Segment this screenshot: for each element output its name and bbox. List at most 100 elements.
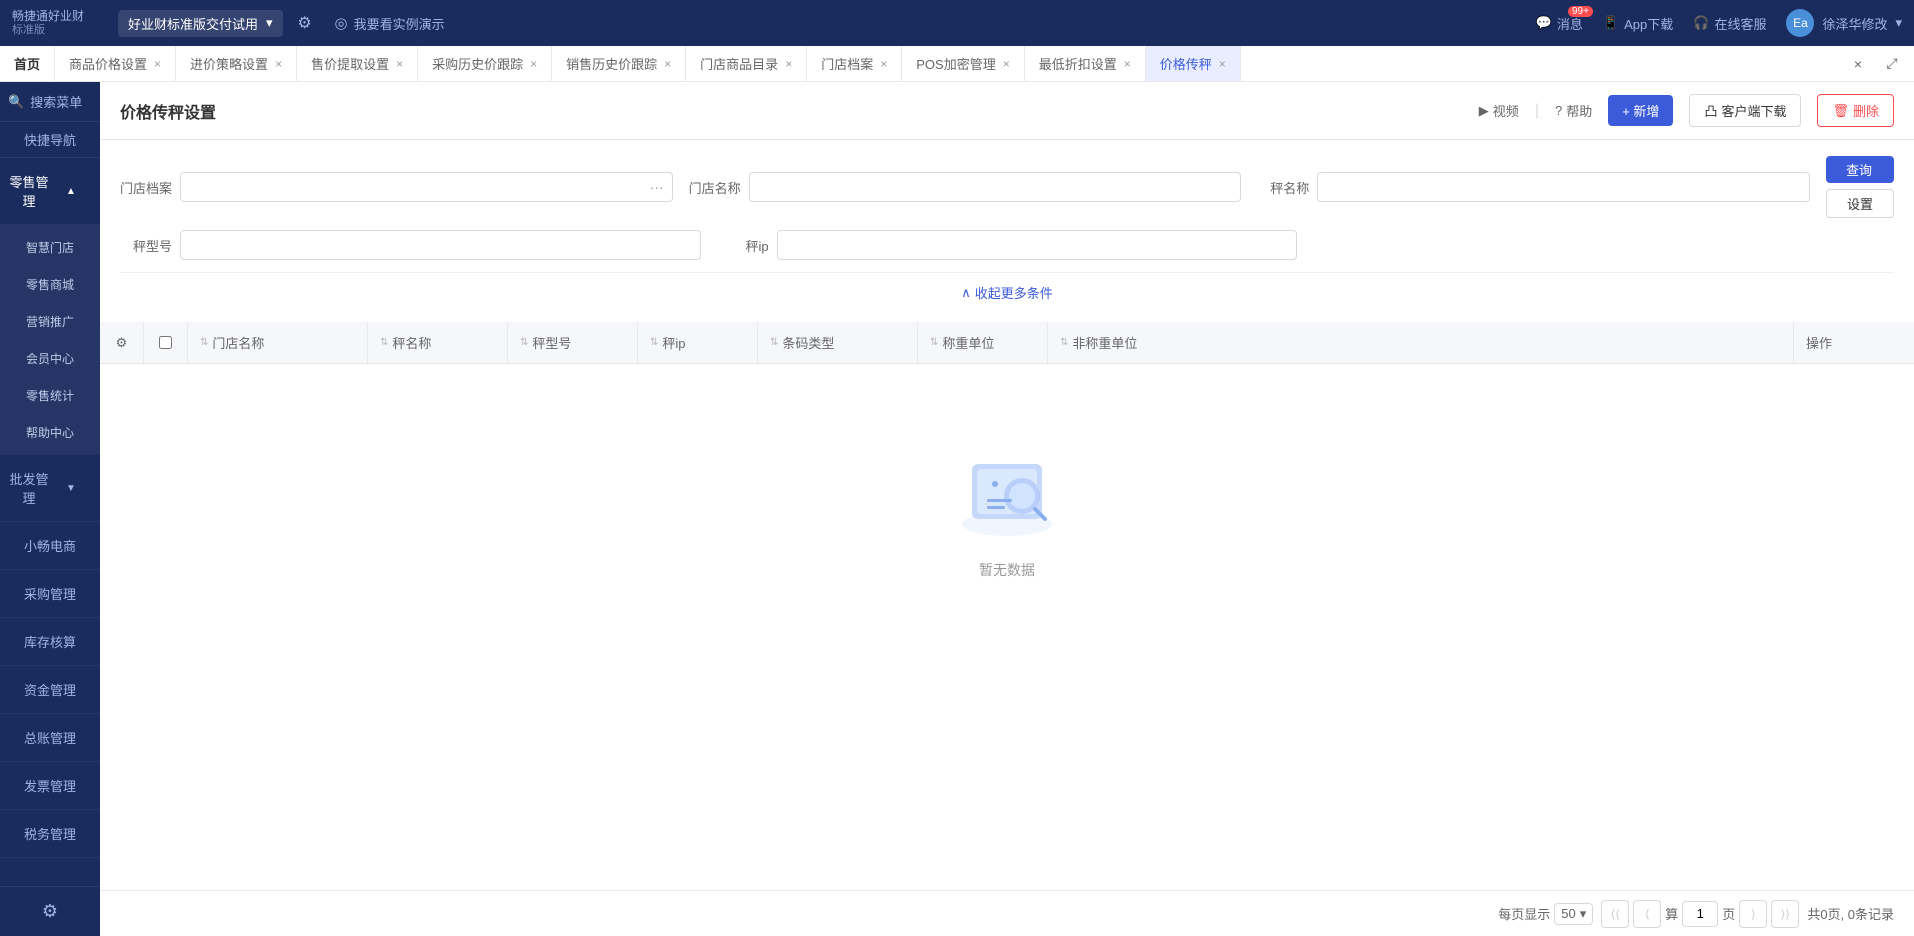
tab-close-pos[interactable]: × xyxy=(1003,57,1010,71)
sidebar-item-marketing[interactable]: 营销推广 xyxy=(0,303,100,340)
tab-close-purchase-history[interactable]: × xyxy=(530,57,537,71)
delete-icon: 🗑 xyxy=(1832,103,1849,119)
sidebar-item-smart-store[interactable]: 智慧门店 xyxy=(0,229,100,266)
scale-ip-input[interactable] xyxy=(777,230,1298,260)
arrow-down-icon: ▼ xyxy=(50,483,92,494)
sidebar-item-general-ledger[interactable]: 总账管理 xyxy=(0,714,100,762)
page-number-input[interactable] xyxy=(1682,901,1718,927)
tab-close-price-setting[interactable]: × xyxy=(154,57,161,71)
chevron-up-icon: ∧ xyxy=(961,285,971,301)
help-link[interactable]: ? 帮助 xyxy=(1555,101,1592,120)
page-size-select-box[interactable]: 50 ▾ xyxy=(1554,903,1593,925)
page-navigation: ⟨⟨ ⟨ 算 页 ⟩ ⟩⟩ xyxy=(1601,900,1799,928)
tab-close-store-catalog[interactable]: × xyxy=(785,57,792,71)
sidebar-item-retail-stats[interactable]: 零售统计 xyxy=(0,377,100,414)
pagination: 每页显示 50 ▾ ⟨⟨ ⟨ 算 页 ⟩ ⟩⟩ 共0页, 0条记录 xyxy=(100,890,1914,936)
sidebar-item-invoice[interactable]: 发票管理 xyxy=(0,762,100,810)
query-button[interactable]: 查询 xyxy=(1826,156,1894,183)
sort-icon: ⇅ xyxy=(380,337,388,348)
tab-close-price-scale[interactable]: × xyxy=(1219,57,1226,71)
help-icon: ? xyxy=(1555,103,1562,118)
sidebar-search[interactable]: 🔍 搜索菜单 xyxy=(0,82,100,122)
chevron-down-icon: ▾ xyxy=(266,15,273,31)
version-select[interactable]: 好业财标准版交付试用 ▾ xyxy=(118,10,283,37)
prev-page-button[interactable]: ⟨ xyxy=(1633,900,1661,928)
settings-icon[interactable]: ⚙ xyxy=(291,9,319,37)
tab-price-scale[interactable]: 价格传秤 × xyxy=(1146,46,1241,82)
empty-icon xyxy=(947,444,1067,544)
last-page-button[interactable]: ⟩⟩ xyxy=(1771,900,1799,928)
sidebar-item-retail-mall[interactable]: 零售商城 xyxy=(0,266,100,303)
scale-ip-label: 秤ip xyxy=(717,236,769,255)
tab-close-purchase-strategy[interactable]: × xyxy=(275,57,282,71)
sidebar-item-help-center[interactable]: 帮助中心 xyxy=(0,414,100,451)
tab-pos-management[interactable]: POS加密管理 × xyxy=(902,46,1024,82)
tab-store-profile[interactable]: 门店档案 × xyxy=(807,46,902,82)
store-name-label: 门店名称 xyxy=(689,178,741,197)
page-header-right: ▶ 视频 | ? 帮助 + 新增 凸 客户端下载 🗑 删除 xyxy=(1479,94,1894,127)
message-icon: 💬 xyxy=(1536,15,1552,31)
check-all[interactable] xyxy=(159,336,172,349)
demo-link[interactable]: ◎ 我要看实例演示 xyxy=(335,14,445,33)
next-page-button[interactable]: ⟩ xyxy=(1739,900,1767,928)
tab-purchase-strategy[interactable]: 进价策略设置 × xyxy=(176,46,297,82)
store-profile-input[interactable] xyxy=(181,172,642,202)
sidebar-item-purchase[interactable]: 采购管理 xyxy=(0,570,100,618)
page-header: 价格传秤设置 ▶ 视频 | ? 帮助 + 新增 凸 客户端下载 xyxy=(100,82,1914,140)
sidebar-item-tax[interactable]: 税务管理 xyxy=(0,810,100,858)
tab-close-sale-price[interactable]: × xyxy=(396,57,403,71)
sidebar-item-inventory[interactable]: 库存核算 xyxy=(0,618,100,666)
download-button[interactable]: 凸 客户端下载 xyxy=(1689,94,1801,127)
delete-button[interactable]: 🗑 删除 xyxy=(1817,94,1894,127)
video-icon: ▶ xyxy=(1479,103,1489,119)
gear-icon: ⚙ xyxy=(116,335,128,351)
collapse-button[interactable]: ∧ 收起更多条件 xyxy=(120,272,1894,306)
scale-name-label: 秤名称 xyxy=(1257,178,1309,197)
tab-close-store-profile[interactable]: × xyxy=(880,57,887,71)
sort-icon: ⇅ xyxy=(930,337,938,348)
tab-store-catalog[interactable]: 门店商品目录 × xyxy=(686,46,807,82)
tab-price-setting[interactable]: 商品价格设置 × xyxy=(55,46,176,82)
tab-sale-price[interactable]: 售价提取设置 × xyxy=(297,46,418,82)
tab-expand-button[interactable]: ⤢ xyxy=(1878,50,1906,78)
sidebar-item-finance[interactable]: 资金管理 xyxy=(0,666,100,714)
video-link[interactable]: ▶ 视频 xyxy=(1479,101,1519,120)
empty-state: 暂无数据 xyxy=(100,364,1914,660)
tab-min-discount[interactable]: 最低折扣设置 × xyxy=(1025,46,1146,82)
tab-close-min-discount[interactable]: × xyxy=(1124,57,1131,71)
messages-button[interactable]: 💬 消息 99+ xyxy=(1536,14,1583,33)
download-icon: 凸 xyxy=(1704,101,1717,120)
online-service-button[interactable]: 🎧 在线客服 xyxy=(1693,14,1766,33)
store-profile-label: 门店档案 xyxy=(120,178,172,197)
avatar: Ea xyxy=(1786,9,1814,37)
scale-name-input[interactable] xyxy=(1317,172,1810,202)
tab-sale-history[interactable]: 销售历史价跟踪 × xyxy=(552,46,686,82)
tab-close-sale-history[interactable]: × xyxy=(664,57,671,71)
scale-model-input[interactable] xyxy=(180,230,701,260)
ellipsis-icon[interactable]: ··· xyxy=(642,179,672,195)
tab-home[interactable]: 首页 xyxy=(0,46,55,82)
store-name-input[interactable] xyxy=(749,172,1242,202)
chevron-down-icon: ▾ xyxy=(1895,15,1902,31)
th-check[interactable] xyxy=(144,322,188,363)
th-gear[interactable]: ⚙ xyxy=(100,322,144,363)
settings-button[interactable]: 设置 xyxy=(1826,189,1894,218)
tab-purchase-history[interactable]: 采购历史价跟踪 × xyxy=(418,46,552,82)
tab-close-all-button[interactable]: × xyxy=(1844,50,1872,78)
add-button[interactable]: + 新增 xyxy=(1608,95,1673,126)
tab-bar: 首页 商品价格设置 × 进价策略设置 × 售价提取设置 × 采购历史价跟踪 × … xyxy=(0,46,1914,82)
th-non-weight-unit: ⇅ 非称重单位 xyxy=(1048,322,1794,363)
sidebar-quick-nav[interactable]: 快捷导航 xyxy=(0,122,100,158)
sidebar-item-wholesale[interactable]: 批发管理 ▼ xyxy=(0,455,100,522)
sort-icon: ⇅ xyxy=(770,337,778,348)
app-download-button[interactable]: 📱 App下载 xyxy=(1603,14,1673,33)
form-field-store-profile: 门店档案 ··· xyxy=(120,172,673,202)
sidebar-item-member-center[interactable]: 会员中心 xyxy=(0,340,100,377)
first-page-button[interactable]: ⟨⟨ xyxy=(1601,900,1629,928)
sidebar-item-retail-management[interactable]: 零售管理 ▲ xyxy=(0,158,100,225)
sidebar-item-xiaochangec[interactable]: 小畅电商 xyxy=(0,522,100,570)
sort-icon: ⇅ xyxy=(200,337,208,348)
sidebar-settings-icon[interactable]: ⚙ xyxy=(0,886,100,936)
th-barcode-type: ⇅ 条码类型 xyxy=(758,322,918,363)
user-profile-button[interactable]: Ea 徐泽华修改 ▾ xyxy=(1786,9,1902,37)
